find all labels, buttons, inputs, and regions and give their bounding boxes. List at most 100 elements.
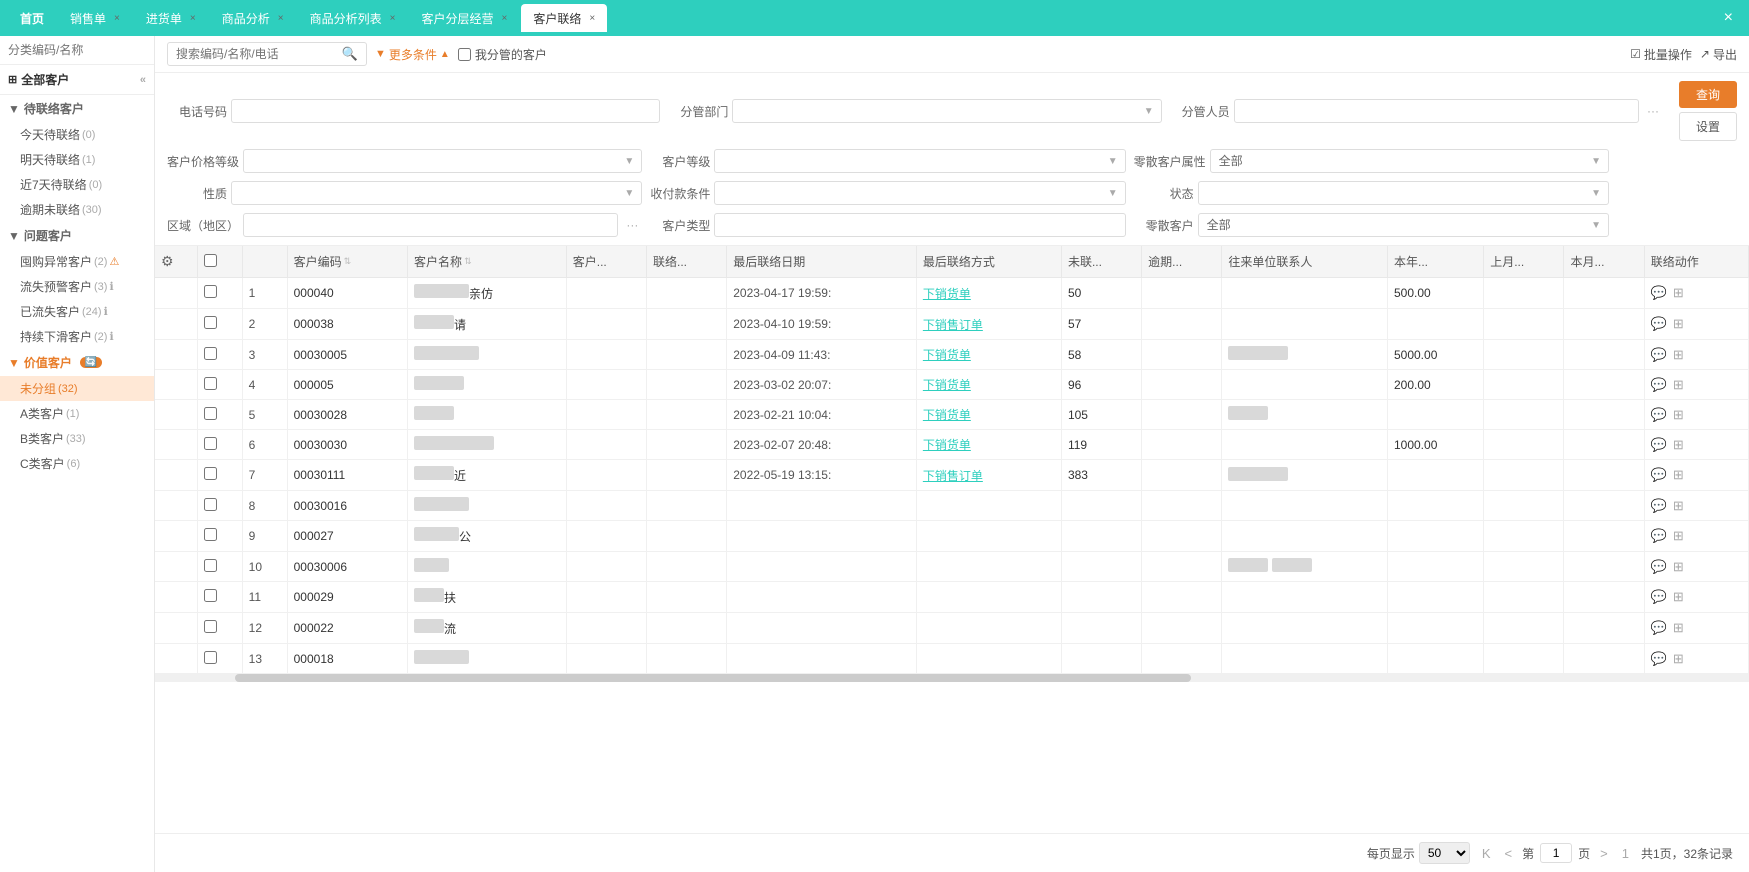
filter-dept-select[interactable] [732,99,1161,123]
sidebar-search-input[interactable] [8,43,155,57]
grid-action-icon[interactable]: ⊞ [1673,651,1684,667]
sidebar-item-ungroup[interactable]: 未分组 (32) [0,376,154,401]
filter-scatter-attr-select[interactable]: 全部 [1210,149,1609,173]
row-checkbox[interactable] [204,589,217,602]
close-analysis-list-tab[interactable]: × [390,13,396,24]
grid-action-icon[interactable]: ⊞ [1673,347,1684,363]
contact-method-link[interactable]: 下销货单 [923,378,971,392]
nav-tab-sales[interactable]: 销售单 × [58,4,132,32]
close-purchase-tab[interactable]: × [190,13,196,24]
sidebar-item-typeA[interactable]: A类客户 (1) [0,401,154,426]
reset-btn[interactable]: 设置 [1679,112,1737,141]
sidebar-item-tomorrow-pending[interactable]: 明天待联络 (1) [0,147,154,172]
first-page-btn[interactable]: K [1478,844,1495,863]
row-checkbox[interactable] [204,377,217,390]
my-customers-checkbox[interactable] [458,48,471,61]
filter-customer-level-select[interactable] [714,149,1125,173]
nav-tab-customer-seg[interactable]: 客户分层经营 × [409,4,519,32]
row-checkbox[interactable] [204,316,217,329]
sidebar-item-churn-warn[interactable]: 流失预警客户 (3) ℹ [0,274,154,299]
grid-action-icon[interactable]: ⊞ [1673,407,1684,423]
close-customer-seg-tab[interactable]: × [501,13,507,24]
sidebar-group-pending[interactable]: ▼ 待联络客户 [0,95,154,122]
message-action-icon[interactable]: 💬 [1651,407,1667,423]
sidebar-item-typeC[interactable]: C类客户 (6) [0,451,154,476]
contact-method-link[interactable]: 下销货单 [923,348,971,362]
filter-phone-input[interactable] [231,99,660,123]
close-customer-contact-tab[interactable]: × [589,13,595,24]
nav-tab-home[interactable]: 首页 [8,4,56,32]
sidebar-item-abnormal[interactable]: 囤购异常客户 (2) ⚠ [0,249,154,274]
grid-action-icon[interactable]: ⊞ [1673,498,1684,514]
filter-scatter-customer-select[interactable]: 全部 [1198,213,1609,237]
row-checkbox[interactable] [204,285,217,298]
nav-tab-analysis[interactable]: 商品分析 × [210,4,296,32]
sidebar-item-overdue-pending[interactable]: 逾期未联络 (30) [0,197,154,222]
message-action-icon[interactable]: 💬 [1651,377,1667,393]
prev-page-btn[interactable]: < [1501,844,1517,863]
sidebar-item-typeB[interactable]: B类客户 (33) [0,426,154,451]
filter-nature-select[interactable] [231,181,642,205]
scrollbar-thumb[interactable] [235,674,1191,682]
nav-tab-customer-contact[interactable]: 客户联络 × [521,4,607,32]
row-checkbox[interactable] [204,620,217,633]
batch-op-btn[interactable]: ☑ 批量操作 [1630,46,1692,63]
row-checkbox[interactable] [204,407,217,420]
sidebar-group-problem[interactable]: ▼ 问题客户 [0,222,154,249]
query-btn[interactable]: 查询 [1679,81,1737,108]
message-action-icon[interactable]: 💬 [1651,498,1667,514]
nav-tab-analysis-list[interactable]: 商品分析列表 × [298,4,408,32]
select-all-checkbox[interactable] [204,254,217,267]
page-number-input[interactable] [1540,843,1572,863]
message-action-icon[interactable]: 💬 [1651,651,1667,667]
customer-search-input[interactable] [176,47,338,61]
filter-customer-type-input[interactable] [714,213,1125,237]
nav-tab-purchase[interactable]: 进货单 × [134,4,208,32]
contact-method-link[interactable]: 下销售订单 [923,469,983,483]
filter-manager-dots[interactable]: ··· [1643,104,1663,118]
filter-status-select[interactable] [1198,181,1609,205]
grid-action-icon[interactable]: ⊞ [1673,437,1684,453]
page-size-select[interactable]: 10 20 50 100 [1419,842,1470,864]
contact-method-link[interactable]: 下销售订单 [923,318,983,332]
grid-action-icon[interactable]: ⊞ [1673,285,1684,301]
message-action-icon[interactable]: 💬 [1651,620,1667,636]
sidebar-item-7days-pending[interactable]: 近7天待联络 (0) [0,172,154,197]
message-action-icon[interactable]: 💬 [1651,347,1667,363]
row-checkbox[interactable] [204,498,217,511]
grid-action-icon[interactable]: ⊞ [1673,620,1684,636]
settings-icon[interactable]: ⚙ [161,253,174,269]
message-action-icon[interactable]: 💬 [1651,528,1667,544]
filter-region-input[interactable] [243,213,618,237]
filter-region-dots[interactable]: ··· [622,218,642,232]
grid-action-icon[interactable]: ⊞ [1673,528,1684,544]
grid-action-icon[interactable]: ⊞ [1673,316,1684,332]
row-checkbox[interactable] [204,437,217,450]
next-page-btn[interactable]: > [1596,844,1612,863]
row-checkbox[interactable] [204,559,217,572]
row-checkbox[interactable] [204,528,217,541]
message-action-icon[interactable]: 💬 [1651,285,1667,301]
filter-payment-select[interactable] [714,181,1125,205]
filter-manager-input[interactable] [1234,99,1639,123]
sidebar-group-value[interactable]: ▼ 价值客户 🔄 [0,349,154,376]
filter-price-level-select[interactable] [243,149,642,173]
message-action-icon[interactable]: 💬 [1651,589,1667,605]
close-sales-tab[interactable]: × [114,13,120,24]
message-action-icon[interactable]: 💬 [1651,467,1667,483]
message-action-icon[interactable]: 💬 [1651,316,1667,332]
contact-method-link[interactable]: 下销货单 [923,438,971,452]
all-customers-item[interactable]: ⊞ 全部客户 « [0,65,154,95]
row-checkbox[interactable] [204,651,217,664]
row-checkbox[interactable] [204,347,217,360]
close-all-tabs[interactable]: × [1716,9,1741,27]
close-analysis-tab[interactable]: × [278,13,284,24]
row-checkbox[interactable] [204,467,217,480]
last-page-btn[interactable]: 1 [1618,844,1633,863]
sidebar-item-today-pending[interactable]: 今天待联络 (0) [0,122,154,147]
filter-more-btn[interactable]: ▼ 更多条件 ▲ [375,46,450,63]
contact-method-link[interactable]: 下销货单 [923,408,971,422]
grid-action-icon[interactable]: ⊞ [1673,467,1684,483]
col-settings[interactable]: ⚙ [155,246,198,278]
contact-method-link[interactable]: 下销货单 [923,287,971,301]
